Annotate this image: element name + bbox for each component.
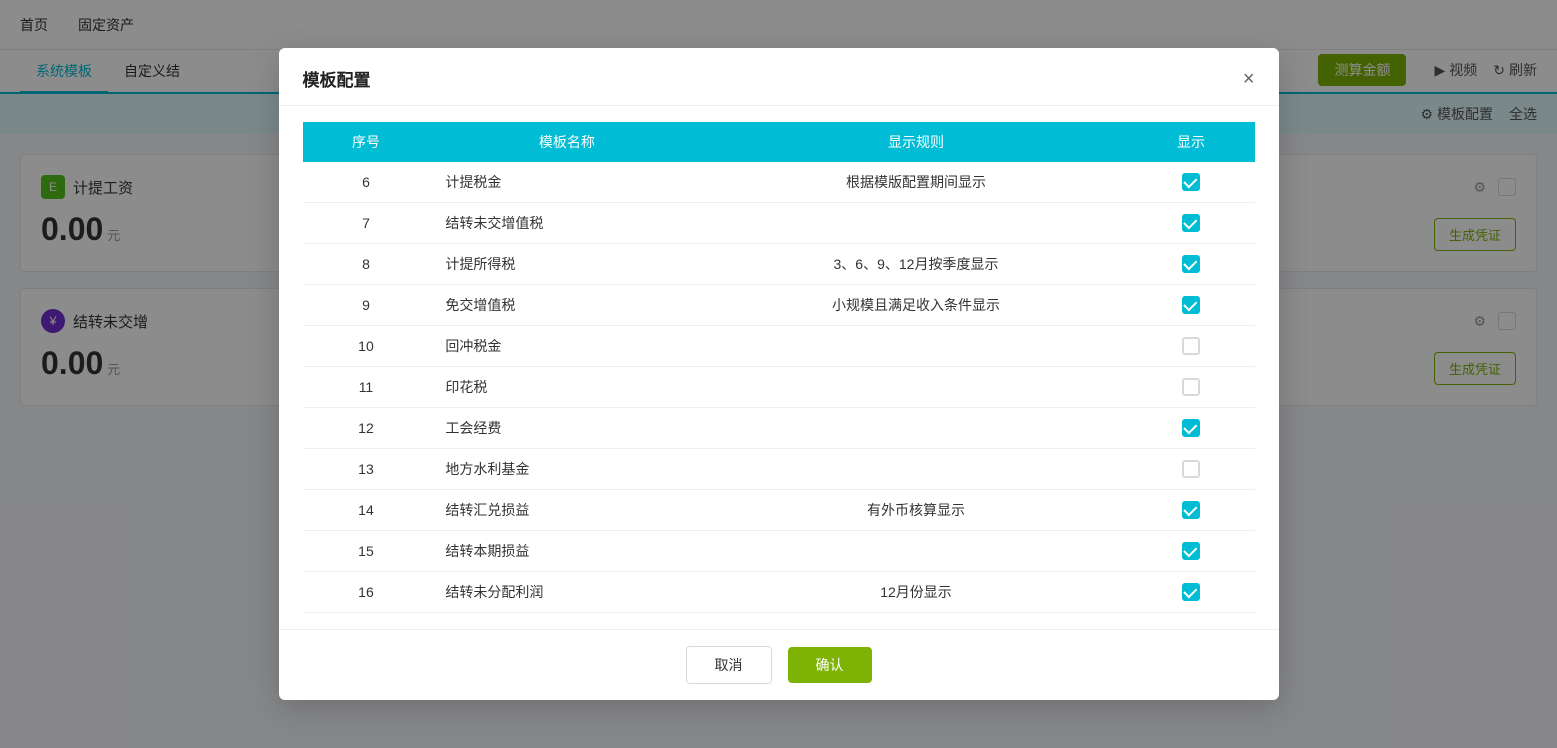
cell-rule-0: 根据模版配置期间显示 <box>704 162 1127 203</box>
modal-close-button[interactable]: × <box>1243 69 1255 89</box>
cancel-button[interactable]: 取消 <box>686 646 772 684</box>
cell-name-1: 结转未交增值税 <box>429 203 704 244</box>
cell-name-3: 免交增值税 <box>429 285 704 326</box>
cell-name-7: 地方水利基金 <box>429 449 704 490</box>
cell-rule-10: 12月份显示 <box>704 572 1127 613</box>
checkbox-2[interactable] <box>1182 255 1200 273</box>
cell-id-3: 9 <box>303 285 430 326</box>
cell-id-2: 8 <box>303 244 430 285</box>
modal-title: 模板配置 <box>303 66 371 91</box>
cell-id-9: 15 <box>303 531 430 572</box>
cell-id-4: 10 <box>303 326 430 367</box>
cell-id-6: 12 <box>303 408 430 449</box>
col-header-name: 模板名称 <box>429 122 704 162</box>
cell-rule-2: 3、6、9、12月按季度显示 <box>704 244 1127 285</box>
cell-check-4 <box>1128 326 1255 367</box>
cell-check-0 <box>1128 162 1255 203</box>
checkbox-0[interactable] <box>1182 173 1200 191</box>
cell-id-7: 13 <box>303 449 430 490</box>
table-row: 14结转汇兑损益有外币核算显示 <box>303 490 1255 531</box>
modal-template-config: 模板配置 × 序号 模板名称 显示规则 显示 6计提税金根据模版配置期间显示7结… <box>279 48 1279 700</box>
table-row: 9免交增值税小规模且满足收入条件显示 <box>303 285 1255 326</box>
cell-check-6 <box>1128 408 1255 449</box>
table-row: 6计提税金根据模版配置期间显示 <box>303 162 1255 203</box>
table-head: 序号 模板名称 显示规则 显示 <box>303 122 1255 162</box>
cell-check-2 <box>1128 244 1255 285</box>
cell-name-10: 结转未分配利润 <box>429 572 704 613</box>
checkbox-9[interactable] <box>1182 542 1200 560</box>
cell-name-5: 印花税 <box>429 367 704 408</box>
confirm-button[interactable]: 确认 <box>788 647 872 683</box>
cell-name-4: 回冲税金 <box>429 326 704 367</box>
cell-rule-5 <box>704 367 1127 408</box>
modal-body: 序号 模板名称 显示规则 显示 6计提税金根据模版配置期间显示7结转未交增值税8… <box>279 106 1279 629</box>
cell-id-5: 11 <box>303 367 430 408</box>
checkbox-10[interactable] <box>1182 583 1200 601</box>
checkbox-5[interactable] <box>1182 378 1200 396</box>
cell-check-7 <box>1128 449 1255 490</box>
cell-id-8: 14 <box>303 490 430 531</box>
checkbox-6[interactable] <box>1182 419 1200 437</box>
cell-rule-6 <box>704 408 1127 449</box>
cell-id-10: 16 <box>303 572 430 613</box>
col-header-id: 序号 <box>303 122 430 162</box>
cell-check-5 <box>1128 367 1255 408</box>
cell-rule-3: 小规模且满足收入条件显示 <box>704 285 1127 326</box>
cell-check-3 <box>1128 285 1255 326</box>
col-header-show: 显示 <box>1128 122 1255 162</box>
cell-rule-8: 有外币核算显示 <box>704 490 1127 531</box>
table-row: 12工会经费 <box>303 408 1255 449</box>
checkbox-4[interactable] <box>1182 337 1200 355</box>
cell-rule-9 <box>704 531 1127 572</box>
table-row: 16结转未分配利润12月份显示 <box>303 572 1255 613</box>
cell-name-8: 结转汇兑损益 <box>429 490 704 531</box>
cell-name-2: 计提所得税 <box>429 244 704 285</box>
table-row: 7结转未交增值税 <box>303 203 1255 244</box>
modal-footer: 取消 确认 <box>279 629 1279 700</box>
col-header-rule: 显示规则 <box>704 122 1127 162</box>
cell-check-10 <box>1128 572 1255 613</box>
table-row: 15结转本期损益 <box>303 531 1255 572</box>
cell-check-1 <box>1128 203 1255 244</box>
cell-rule-4 <box>704 326 1127 367</box>
cell-check-8 <box>1128 490 1255 531</box>
cell-rule-1 <box>704 203 1127 244</box>
table-row: 8计提所得税3、6、9、12月按季度显示 <box>303 244 1255 285</box>
cell-rule-7 <box>704 449 1127 490</box>
checkbox-1[interactable] <box>1182 214 1200 232</box>
cell-id-0: 6 <box>303 162 430 203</box>
modal-overlay: 模板配置 × 序号 模板名称 显示规则 显示 6计提税金根据模版配置期间显示7结… <box>0 0 1557 748</box>
checkbox-7[interactable] <box>1182 460 1200 478</box>
cell-name-0: 计提税金 <box>429 162 704 203</box>
config-table: 序号 模板名称 显示规则 显示 6计提税金根据模版配置期间显示7结转未交增值税8… <box>303 122 1255 613</box>
cell-name-6: 工会经费 <box>429 408 704 449</box>
cell-id-1: 7 <box>303 203 430 244</box>
cell-name-9: 结转本期损益 <box>429 531 704 572</box>
table-row: 10回冲税金 <box>303 326 1255 367</box>
checkbox-8[interactable] <box>1182 501 1200 519</box>
checkbox-3[interactable] <box>1182 296 1200 314</box>
modal-header: 模板配置 × <box>279 48 1279 106</box>
table-body: 6计提税金根据模版配置期间显示7结转未交增值税8计提所得税3、6、9、12月按季… <box>303 162 1255 613</box>
table-row: 13地方水利基金 <box>303 449 1255 490</box>
cell-check-9 <box>1128 531 1255 572</box>
table-row: 11印花税 <box>303 367 1255 408</box>
